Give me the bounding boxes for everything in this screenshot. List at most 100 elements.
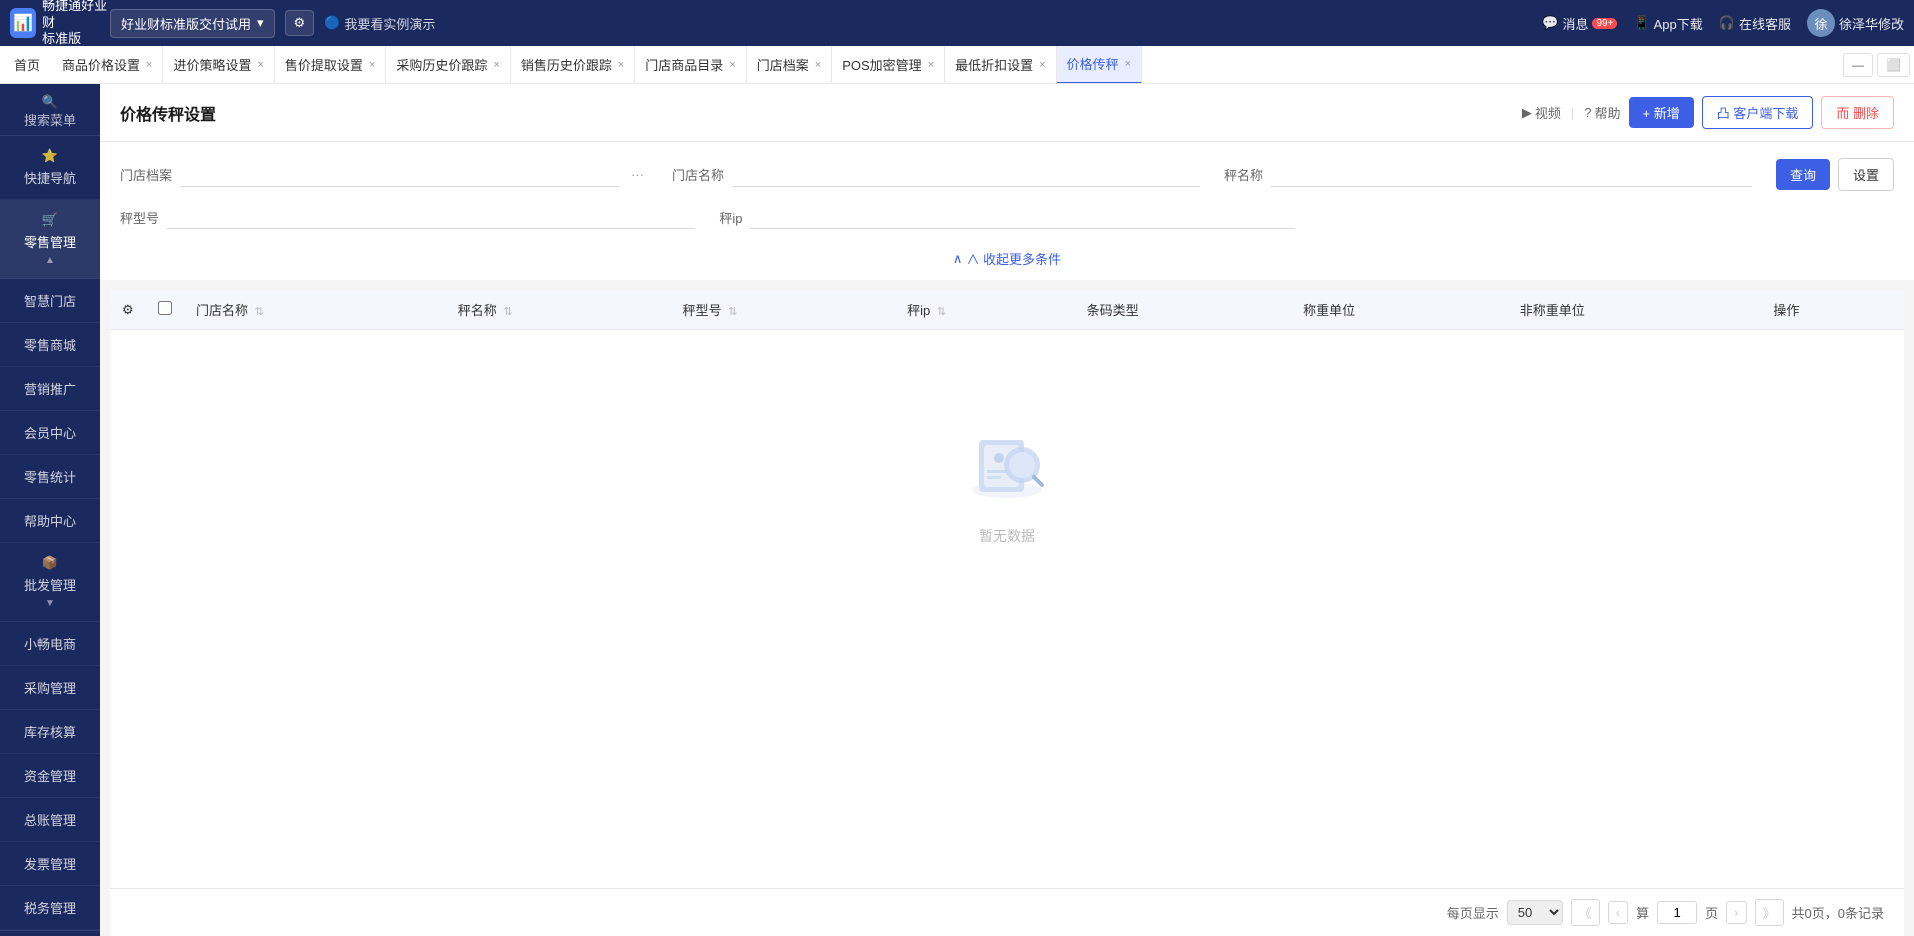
th-store-name[interactable]: 门店名称 ⇅	[184, 290, 446, 330]
th-checkbox	[146, 290, 184, 330]
demo-link[interactable]: 🔵 我要看实例演示	[324, 14, 435, 33]
sidebar-item-inventory[interactable]: 库存核算	[0, 710, 100, 754]
first-page-button[interactable]: 《	[1571, 899, 1600, 926]
empty-text: 暂无数据	[979, 526, 1035, 546]
retail-icon: 🛒	[42, 212, 58, 228]
close-icon[interactable]: ×	[493, 59, 499, 71]
th-scale-name[interactable]: 秤名称 ⇅	[446, 290, 671, 330]
nav-tabs-bar: 首页 商品价格设置 × 进价策略设置 × 售价提取设置 × 采购历史价跟踪 × …	[0, 46, 1914, 84]
message-button[interactable]: 💬 消息 99+	[1542, 14, 1617, 33]
store-file-picker-button[interactable]: ···	[627, 165, 648, 184]
page-title-row: 价格传秤设置 ▶ 视频 | ? 帮助 + 新增 凸 客户端下载	[120, 96, 1894, 129]
sidebar-item-retail-stats[interactable]: 零售统计	[0, 455, 100, 499]
tab-product-price[interactable]: 商品价格设置 ×	[52, 46, 163, 84]
chevron-down-icon: ▾	[257, 15, 264, 31]
sidebar-item-marketing[interactable]: 营销推广	[0, 367, 100, 411]
sidebar-item-smart-store[interactable]: 智慧门店	[0, 279, 100, 323]
sidebar-item-purchase[interactable]: 采购管理	[0, 666, 100, 710]
tab-purchase-strategy[interactable]: 进价策略设置 ×	[163, 46, 274, 84]
total-info: 共0页，0条记录	[1792, 903, 1884, 922]
tab-price-scale[interactable]: 价格传秤 ×	[1057, 46, 1142, 84]
query-button[interactable]: 查询	[1776, 159, 1830, 190]
tab-pos-encrypt[interactable]: POS加密管理 ×	[832, 46, 945, 84]
tab-home[interactable]: 首页	[4, 46, 52, 84]
wholesale-icon: 📦	[42, 555, 58, 571]
sidebar-item-tax[interactable]: 税务管理	[0, 886, 100, 930]
store-file-input[interactable]	[180, 163, 619, 187]
prev-page-button[interactable]: ‹	[1608, 901, 1628, 924]
th-scale-ip[interactable]: 秤ip ⇅	[895, 290, 1074, 330]
th-settings[interactable]: ⚙	[110, 290, 146, 330]
tab-min-discount[interactable]: 最低折扣设置 ×	[945, 46, 1056, 84]
sidebar-search[interactable]: 🔍 搜索菜单	[0, 84, 100, 136]
scale-ip-input[interactable]	[750, 205, 1294, 229]
data-table: ⚙ 门店名称 ⇅ 秤名称 ⇅ 秤型号	[110, 290, 1904, 586]
maximize-button[interactable]: ⬜	[1877, 53, 1910, 77]
close-icon[interactable]: ×	[815, 59, 821, 71]
sidebar-settings-button[interactable]: ⚙	[0, 930, 100, 936]
last-page-button[interactable]: 》	[1755, 899, 1784, 926]
top-bar-right: 💬 消息 99+ 📱 App下载 🎧 在线客服 徐 徐泽华修改	[1542, 9, 1904, 37]
sidebar-item-retail-mall[interactable]: 零售商城	[0, 323, 100, 367]
version-select[interactable]: 好业财标准版交付试用 ▾	[110, 9, 275, 38]
close-icon[interactable]: ×	[1039, 59, 1045, 71]
sidebar-item-invoice[interactable]: 发票管理	[0, 842, 100, 886]
settings-form-button[interactable]: 设置	[1838, 158, 1894, 191]
tab-store-file[interactable]: 门店档案 ×	[747, 46, 832, 84]
scale-model-input[interactable]	[167, 205, 695, 229]
close-icon[interactable]: ×	[369, 59, 375, 71]
th-operation: 操作	[1761, 290, 1904, 330]
select-all-checkbox[interactable]	[158, 301, 172, 315]
store-name-input[interactable]	[732, 163, 1200, 187]
close-icon[interactable]: ×	[257, 59, 263, 71]
add-button[interactable]: + 新增	[1629, 97, 1694, 128]
page-input[interactable]	[1657, 901, 1697, 924]
th-scale-model[interactable]: 秤型号 ⇅	[670, 290, 895, 330]
tab-purchase-history[interactable]: 采购历史价跟踪 ×	[386, 46, 510, 84]
help-icon: ?	[1584, 105, 1591, 120]
download-button[interactable]: 凸 客户端下载	[1702, 96, 1814, 129]
sidebar: 🔍 搜索菜单 ⭐ 快捷导航 🛒 零售管理 ▲ 智慧门店 零售商城 营销推广 会员…	[0, 84, 100, 936]
sidebar-item-member[interactable]: 会员中心	[0, 411, 100, 455]
play-icon: ▶	[1522, 105, 1532, 121]
tab-store-catalog[interactable]: 门店商品目录 ×	[635, 46, 746, 84]
scale-model-field: 秤型号	[120, 205, 695, 229]
online-service-button[interactable]: 🎧 在线客服	[1719, 14, 1791, 33]
pagination-bar: 每页显示 10 20 50 100 《 ‹ 算 页 › 》 共0页，0条记录	[110, 888, 1904, 936]
app-download-button[interactable]: 📱 App下载	[1633, 14, 1702, 33]
sort-icon: ⇅	[255, 306, 264, 318]
sidebar-item-ecommerce[interactable]: 小畅电商	[0, 622, 100, 666]
scale-name-field: 秤名称	[1224, 163, 1752, 187]
close-icon[interactable]: ×	[1125, 58, 1131, 70]
sidebar-item-ledger[interactable]: 总账管理	[0, 798, 100, 842]
help-link[interactable]: ? 帮助	[1584, 103, 1620, 122]
video-link[interactable]: ▶ 视频	[1522, 103, 1561, 122]
close-icon[interactable]: ×	[729, 59, 735, 71]
sidebar-item-help[interactable]: 帮助中心	[0, 499, 100, 543]
search-icon: 🔍	[8, 94, 92, 110]
tab-sale-price[interactable]: 售价提取设置 ×	[275, 46, 386, 84]
next-page-button[interactable]: ›	[1726, 901, 1746, 924]
user-menu[interactable]: 徐 徐泽华修改	[1807, 9, 1904, 37]
close-all-tabs-button[interactable]: —	[1843, 53, 1873, 77]
collapse-more-button[interactable]: ∧ ∧ 收起更多条件	[120, 243, 1894, 280]
sidebar-item-capital[interactable]: 资金管理	[0, 754, 100, 798]
close-icon[interactable]: ×	[146, 59, 152, 71]
app-logo: 📊 畅捷通好业财 标准版	[10, 0, 110, 48]
settings-button[interactable]: ⚙	[285, 10, 315, 36]
per-page-label: 每页显示	[1447, 903, 1499, 922]
delete-button[interactable]: 而 删除	[1821, 96, 1894, 129]
page-header: 价格传秤设置 ▶ 视频 | ? 帮助 + 新增 凸 客户端下载	[100, 84, 1914, 142]
scale-name-input[interactable]	[1271, 163, 1752, 187]
logo-icon: 📊	[10, 8, 36, 38]
th-weight-unit: 称重单位	[1291, 290, 1508, 330]
tab-sales-history[interactable]: 销售历史价跟踪 ×	[511, 46, 635, 84]
close-icon[interactable]: ×	[618, 59, 624, 71]
sidebar-item-wholesale[interactable]: 📦 批发管理 ▼	[0, 543, 100, 622]
per-page-select[interactable]: 10 20 50 100	[1507, 900, 1563, 925]
star-icon: ⭐	[42, 148, 58, 164]
sidebar-item-retail[interactable]: 🛒 零售管理 ▲	[0, 200, 100, 279]
sidebar-item-quick-nav[interactable]: ⭐ 快捷导航	[0, 136, 100, 200]
top-bar: 📊 畅捷通好业财 标准版 好业财标准版交付试用 ▾ ⚙ 🔵 我要看实例演示 💬 …	[0, 0, 1914, 46]
close-icon[interactable]: ×	[928, 59, 934, 71]
